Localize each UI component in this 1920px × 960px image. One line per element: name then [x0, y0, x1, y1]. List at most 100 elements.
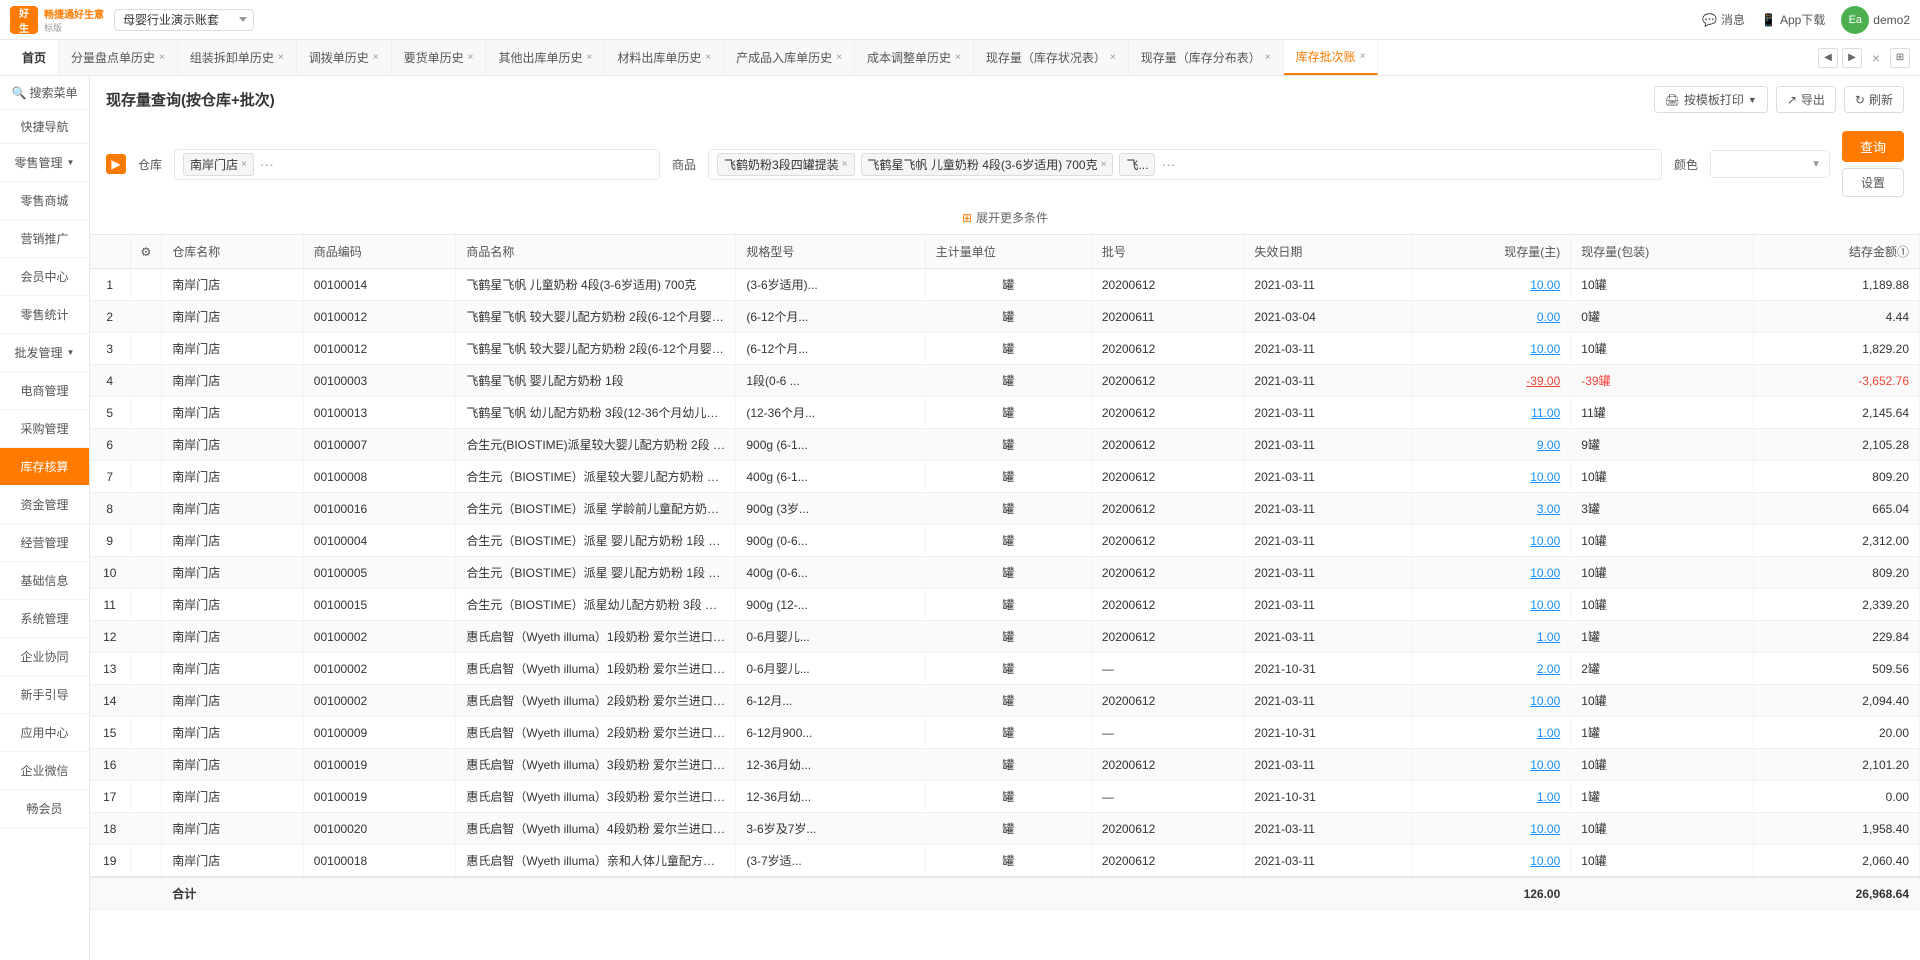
- refresh-btn[interactable]: ↻ 刷新: [1844, 86, 1904, 113]
- tab-adjust[interactable]: 调拨单历史 ×: [297, 40, 392, 75]
- cell-stock-main[interactable]: 3.00: [1413, 493, 1571, 525]
- sidebar-item-operation[interactable]: 经营管理: [0, 524, 89, 562]
- sidebar-item-stock[interactable]: 库存核算: [0, 448, 89, 486]
- sidebar-item-appstore[interactable]: 应用中心: [0, 714, 89, 752]
- color-filter-area[interactable]: ▼: [1710, 150, 1830, 178]
- cell-stock-main[interactable]: -39.00: [1413, 365, 1571, 397]
- cell-stock-main[interactable]: 0.00: [1413, 301, 1571, 333]
- sidebar-item-retail-mgmt[interactable]: 零售管理: [0, 144, 89, 182]
- sidebar-item-retail-stats[interactable]: 零售统计: [0, 296, 89, 334]
- expand-more-conditions[interactable]: ⊞ 展开更多条件: [106, 205, 1904, 234]
- sidebar-item-retail-shop[interactable]: 零售商城: [0, 182, 89, 220]
- tab-home[interactable]: 首页: [10, 40, 59, 75]
- tab-cost-adjust[interactable]: 成本调整单历史 ×: [855, 40, 974, 75]
- tab-requisition[interactable]: 要货单历史 ×: [392, 40, 487, 75]
- template-print-btn[interactable]: 🖨 按模板打印 ▼: [1654, 86, 1768, 113]
- color-dropdown-icon[interactable]: ▼: [1811, 159, 1821, 170]
- cell-expire: 2021-10-31: [1244, 717, 1413, 749]
- sidebar-item-member2[interactable]: 畅会员: [0, 790, 89, 828]
- close-tab-batch-account[interactable]: ×: [1360, 51, 1366, 62]
- cell-stock-main[interactable]: 10.00: [1413, 589, 1571, 621]
- sidebar-item-marketing[interactable]: 营销推广: [0, 220, 89, 258]
- warehouse-more-btn[interactable]: ···: [260, 156, 274, 172]
- cell-stock-main[interactable]: 10.00: [1413, 845, 1571, 878]
- cell-stock-main[interactable]: 2.00: [1413, 653, 1571, 685]
- tab-prev-btn[interactable]: ◀: [1818, 48, 1838, 68]
- sidebar-item-ecommerce[interactable]: 电商管理: [0, 372, 89, 410]
- tab-menu-btn[interactable]: ⊞: [1890, 48, 1910, 68]
- cell-code: 00100002: [303, 621, 456, 653]
- message-btn[interactable]: 💬 消息: [1702, 11, 1745, 28]
- close-tab-material-out[interactable]: ×: [705, 52, 711, 63]
- top-right: 💬 消息 📱 App下载 Ea demo2: [1702, 6, 1910, 34]
- table-row: 9 南岸门店 00100004 合生元（BIOSTIME）派星 婴儿配方奶粉 1…: [90, 525, 1920, 557]
- tab-stock-status[interactable]: 现存量（库存状况表）×: [974, 40, 1129, 75]
- tab-next-btn[interactable]: ▶: [1842, 48, 1862, 68]
- close-tab-product-in[interactable]: ×: [836, 52, 842, 63]
- cell-stock-main[interactable]: 10.00: [1413, 269, 1571, 301]
- tab-other-out[interactable]: 其他出库单历史 ×: [486, 40, 605, 75]
- sidebar-item-member[interactable]: 会员中心: [0, 258, 89, 296]
- cell-stock-main[interactable]: 10.00: [1413, 557, 1571, 589]
- cell-stock-main[interactable]: 10.00: [1413, 461, 1571, 493]
- sidebar-item-wholesale[interactable]: 批发管理: [0, 334, 89, 372]
- col-settings-icon[interactable]: ⚙: [141, 245, 152, 259]
- cell-stock-main[interactable]: 11.00: [1413, 397, 1571, 429]
- col-settings[interactable]: ⚙: [130, 235, 162, 269]
- sidebar-quick-nav[interactable]: 快捷导航: [0, 110, 89, 144]
- product-more-btn[interactable]: ···: [1161, 156, 1175, 172]
- tab-close-all-btn[interactable]: ×: [1866, 48, 1886, 68]
- close-tab-cost-adjust[interactable]: ×: [955, 52, 961, 63]
- cell-stock-main[interactable]: 10.00: [1413, 685, 1571, 717]
- close-tab-split[interactable]: ×: [159, 52, 165, 63]
- query-btn[interactable]: 查询: [1842, 131, 1904, 162]
- cell-balance: 20.00: [1753, 717, 1919, 749]
- sidebar-item-system[interactable]: 系统管理: [0, 600, 89, 638]
- tab-dismantle[interactable]: 组装拆卸单历史 ×: [178, 40, 297, 75]
- remove-product-tag-2[interactable]: ×: [1101, 159, 1107, 170]
- user-profile[interactable]: Ea demo2: [1841, 6, 1910, 34]
- close-tab-requisition[interactable]: ×: [468, 52, 474, 63]
- industry-select[interactable]: 母婴行业演示账套: [114, 9, 254, 31]
- close-tab-stock-dist[interactable]: ×: [1265, 52, 1271, 63]
- close-tab-adjust[interactable]: ×: [373, 52, 379, 63]
- tab-split[interactable]: 分量盘点单历史 ×: [59, 40, 178, 75]
- app-download-btn[interactable]: 📱 App下载: [1761, 11, 1825, 28]
- cell-stock-main[interactable]: 10.00: [1413, 749, 1571, 781]
- tab-material-out[interactable]: 材料出库单历史 ×: [605, 40, 724, 75]
- remove-warehouse-tag[interactable]: ×: [241, 159, 247, 170]
- close-tab-dismantle[interactable]: ×: [278, 52, 284, 63]
- tab-product-in[interactable]: 产成品入库单历史 ×: [724, 40, 855, 75]
- filter-expand-btn[interactable]: ▶: [106, 154, 126, 174]
- sidebar-item-newguide[interactable]: 新手引导: [0, 676, 89, 714]
- cell-stock-main[interactable]: 10.00: [1413, 333, 1571, 365]
- cell-balance: -3,652.76: [1753, 365, 1919, 397]
- cell-stock-pkg: 2罐: [1571, 653, 1754, 685]
- sidebar-item-basic[interactable]: 基础信息: [0, 562, 89, 600]
- cell-stock-main[interactable]: 10.00: [1413, 813, 1571, 845]
- cell-code: 00100002: [303, 653, 456, 685]
- cell-spec: 1段(0-6 ...: [736, 365, 925, 397]
- sidebar-item-wechat[interactable]: 企业微信: [0, 752, 89, 790]
- cell-expire: 2021-03-11: [1244, 621, 1413, 653]
- product-filter-area[interactable]: 飞鹤奶粉3段四罐提装 × 飞鹤星飞帆 儿童奶粉 4段(3-6岁适用) 700克 …: [708, 149, 1662, 180]
- warehouse-label: 仓库: [138, 156, 162, 173]
- cell-stock-main[interactable]: 9.00: [1413, 429, 1571, 461]
- tab-stock-dist[interactable]: 现存量（库存分布表）×: [1129, 40, 1284, 75]
- settings-btn[interactable]: 设置: [1842, 168, 1904, 197]
- sidebar-item-enterprise[interactable]: 企业协同: [0, 638, 89, 676]
- cell-stock-main[interactable]: 1.00: [1413, 781, 1571, 813]
- close-tab-stock-status[interactable]: ×: [1110, 52, 1116, 63]
- sidebar-item-finance[interactable]: 资金管理: [0, 486, 89, 524]
- remove-product-tag-1[interactable]: ×: [842, 159, 848, 170]
- cell-stock-main[interactable]: 1.00: [1413, 717, 1571, 749]
- close-tab-other-out[interactable]: ×: [586, 52, 592, 63]
- warehouse-filter-area[interactable]: 南岸门店 × ···: [174, 149, 660, 180]
- cell-stock-main[interactable]: 1.00: [1413, 621, 1571, 653]
- sidebar-item-purchase[interactable]: 采购管理: [0, 410, 89, 448]
- cell-unit: 罐: [925, 301, 1091, 333]
- tab-batch-account[interactable]: 库存批次账 ×: [1284, 40, 1379, 75]
- sidebar-search[interactable]: 🔍 搜索菜单: [0, 76, 89, 110]
- cell-stock-main[interactable]: 10.00: [1413, 525, 1571, 557]
- export-btn[interactable]: ↗ 导出: [1776, 86, 1836, 113]
